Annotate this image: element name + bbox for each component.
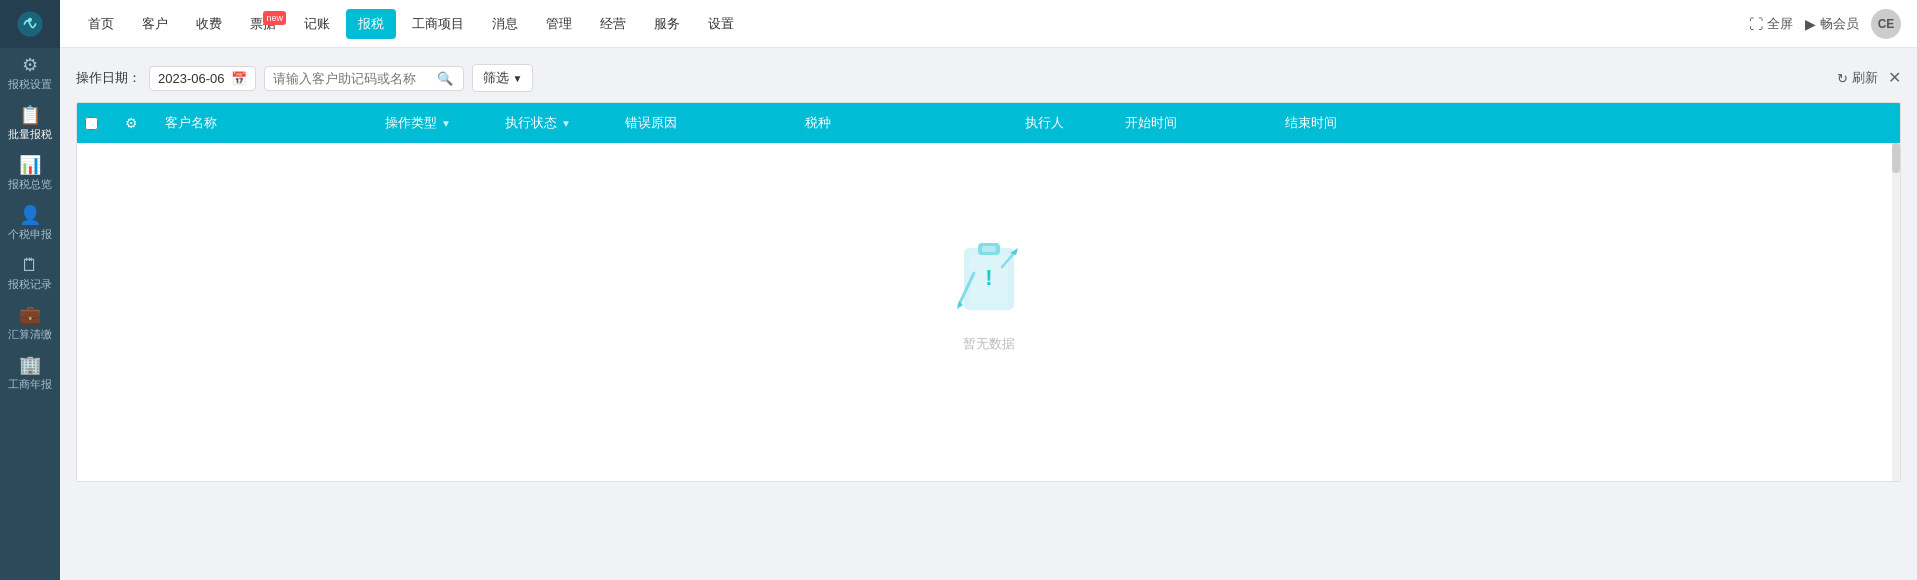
sidebar-logo xyxy=(0,0,60,48)
nav-item-shouye[interactable]: 首页 xyxy=(76,9,126,39)
sidebar-item-baosuizonglan[interactable]: 📊 报税总览 xyxy=(0,148,60,198)
page-body: 操作日期： 2023-06-06 📅 🔍 筛选 ▼ ↻ 刷新 xyxy=(60,48,1917,580)
sidebar-item-baoshuishezhi[interactable]: ⚙ 报税设置 xyxy=(0,48,60,98)
nav-item-piao[interactable]: 票据 new xyxy=(238,9,288,39)
nav-item-xiaoxi[interactable]: 消息 xyxy=(480,9,530,39)
settings-icon: ⚙ xyxy=(22,56,38,74)
scrollbar-thumb[interactable] xyxy=(1892,143,1900,173)
th-starttime: 开始时间 xyxy=(1117,114,1277,132)
piao-badge: new xyxy=(263,11,286,25)
svg-point-1 xyxy=(28,18,32,22)
member-icon: ▶ xyxy=(1805,16,1816,32)
sidebar-label-baoshuishezhi: 报税设置 xyxy=(8,77,52,92)
svg-rect-5 xyxy=(982,246,996,252)
close-button[interactable]: ✕ xyxy=(1888,70,1901,86)
empty-text: 暂无数据 xyxy=(963,335,1015,353)
nav-item-shezhi[interactable]: 设置 xyxy=(696,9,746,39)
sidebar: ⚙ 报税设置 📋 批量报税 📊 报税总览 👤 个税申报 🗒 报税记录 💼 汇算清… xyxy=(0,0,60,580)
sidebar-label-geshuishenbao: 个税申报 xyxy=(8,227,52,242)
nav-item-guanli[interactable]: 管理 xyxy=(534,9,584,39)
calendar-icon: 📅 xyxy=(231,71,247,86)
topnav: 首页 客户 收费 票据 new 记账 报税 工商项目 消息 管理 经营 服务 设… xyxy=(60,0,1917,48)
sidebar-item-gongshangnianbaao[interactable]: 🏢 工商年报 xyxy=(0,348,60,398)
search-input[interactable] xyxy=(273,71,433,86)
sidebar-item-piliangshuibao[interactable]: 📋 批量报税 xyxy=(0,98,60,148)
topnav-right: ⛶ 全屏 ▶ 畅会员 CE xyxy=(1749,9,1901,39)
th-endtime: 结束时间 xyxy=(1277,114,1407,132)
th-taxtype: 税种 xyxy=(797,114,1017,132)
sidebar-item-baosuijilu[interactable]: 🗒 报税记录 xyxy=(0,248,60,298)
sidebar-label-baosuijilu: 报税记录 xyxy=(8,277,52,292)
overview-icon: 📊 xyxy=(19,156,41,174)
refresh-icon: ↻ xyxy=(1837,71,1848,86)
sidebar-label-baosuizonglan: 报税总览 xyxy=(8,177,52,192)
sidebar-item-geshuishenbao[interactable]: 👤 个税申报 xyxy=(0,198,60,248)
batch-icon: 📋 xyxy=(19,106,41,124)
member-button[interactable]: ▶ 畅会员 xyxy=(1805,15,1859,33)
empty-state: ! 暂无数据 xyxy=(77,143,1900,443)
search-box: 🔍 xyxy=(264,66,464,91)
th-customer: 客户名称 xyxy=(157,114,377,132)
th-status[interactable]: 执行状态 ▼ xyxy=(497,114,617,132)
th-executor: 执行人 xyxy=(1017,114,1117,132)
date-picker[interactable]: 2023-06-06 📅 xyxy=(149,66,256,91)
nav-item-fuwu[interactable]: 服务 xyxy=(642,9,692,39)
select-all-checkbox[interactable] xyxy=(85,117,98,130)
avatar[interactable]: CE xyxy=(1871,9,1901,39)
search-icon: 🔍 xyxy=(437,71,453,86)
sidebar-label-huisuanqingsuan: 汇算清缴 xyxy=(8,327,52,342)
date-label: 操作日期： xyxy=(76,69,141,87)
th-settings: ⚙ xyxy=(117,115,157,131)
nav-item-gongshang[interactable]: 工商项目 xyxy=(400,9,476,39)
sidebar-item-huisuanqingsuan[interactable]: 💼 汇算清缴 xyxy=(0,298,60,348)
annual-report-icon: 🏢 xyxy=(19,356,41,374)
th-checkbox[interactable] xyxy=(77,117,117,130)
record-icon: 🗒 xyxy=(21,256,39,274)
filter-status-icon: ▼ xyxy=(561,118,571,129)
nav-item-kehu[interactable]: 客户 xyxy=(130,9,180,39)
content: 操作日期： 2023-06-06 📅 🔍 筛选 ▼ ↻ 刷新 xyxy=(60,48,1917,580)
nav-item-jizhang[interactable]: 记账 xyxy=(292,9,342,39)
date-value: 2023-06-06 xyxy=(158,71,225,86)
filter-label: 筛选 xyxy=(483,69,509,87)
refresh-button[interactable]: ↻ 刷新 xyxy=(1837,69,1878,87)
nav-item-baoshu[interactable]: 报税 xyxy=(346,9,396,39)
empty-illustration: ! xyxy=(944,233,1034,323)
table-header: ⚙ 客户名称 操作类型 ▼ 执行状态 ▼ 错误原因 xyxy=(77,103,1900,143)
settlement-icon: 💼 xyxy=(19,306,41,324)
filter-button[interactable]: 筛选 ▼ xyxy=(472,64,534,92)
personal-tax-icon: 👤 xyxy=(19,206,41,224)
fullscreen-icon: ⛶ xyxy=(1749,16,1763,32)
nav-items: 首页 客户 收费 票据 new 记账 报税 工商项目 消息 管理 经营 服务 设… xyxy=(76,9,1749,39)
fullscreen-button[interactable]: ⛶ 全屏 xyxy=(1749,15,1793,33)
toolbar: 操作日期： 2023-06-06 📅 🔍 筛选 ▼ ↻ 刷新 xyxy=(76,64,1901,92)
nav-item-shoufei[interactable]: 收费 xyxy=(184,9,234,39)
table-wrapper: ⚙ 客户名称 操作类型 ▼ 执行状态 ▼ 错误原因 xyxy=(76,102,1901,482)
sidebar-label-piliangshuibao: 批量报税 xyxy=(8,127,52,142)
svg-text:!: ! xyxy=(985,265,992,290)
table-scrollbar[interactable] xyxy=(1892,143,1900,481)
sidebar-label-gongshangnianbaao: 工商年报 xyxy=(8,377,52,392)
nav-item-jingying[interactable]: 经营 xyxy=(588,9,638,39)
th-errorreason: 错误原因 xyxy=(617,114,797,132)
settings-col-icon: ⚙ xyxy=(125,115,138,131)
toolbar-right: ↻ 刷新 ✕ xyxy=(1837,69,1901,87)
filter-optype-icon: ▼ xyxy=(441,118,451,129)
th-optype[interactable]: 操作类型 ▼ xyxy=(377,114,497,132)
chevron-down-icon: ▼ xyxy=(513,73,523,84)
main-area: 首页 客户 收费 票据 new 记账 报税 工商项目 消息 管理 经营 服务 设… xyxy=(60,0,1917,580)
